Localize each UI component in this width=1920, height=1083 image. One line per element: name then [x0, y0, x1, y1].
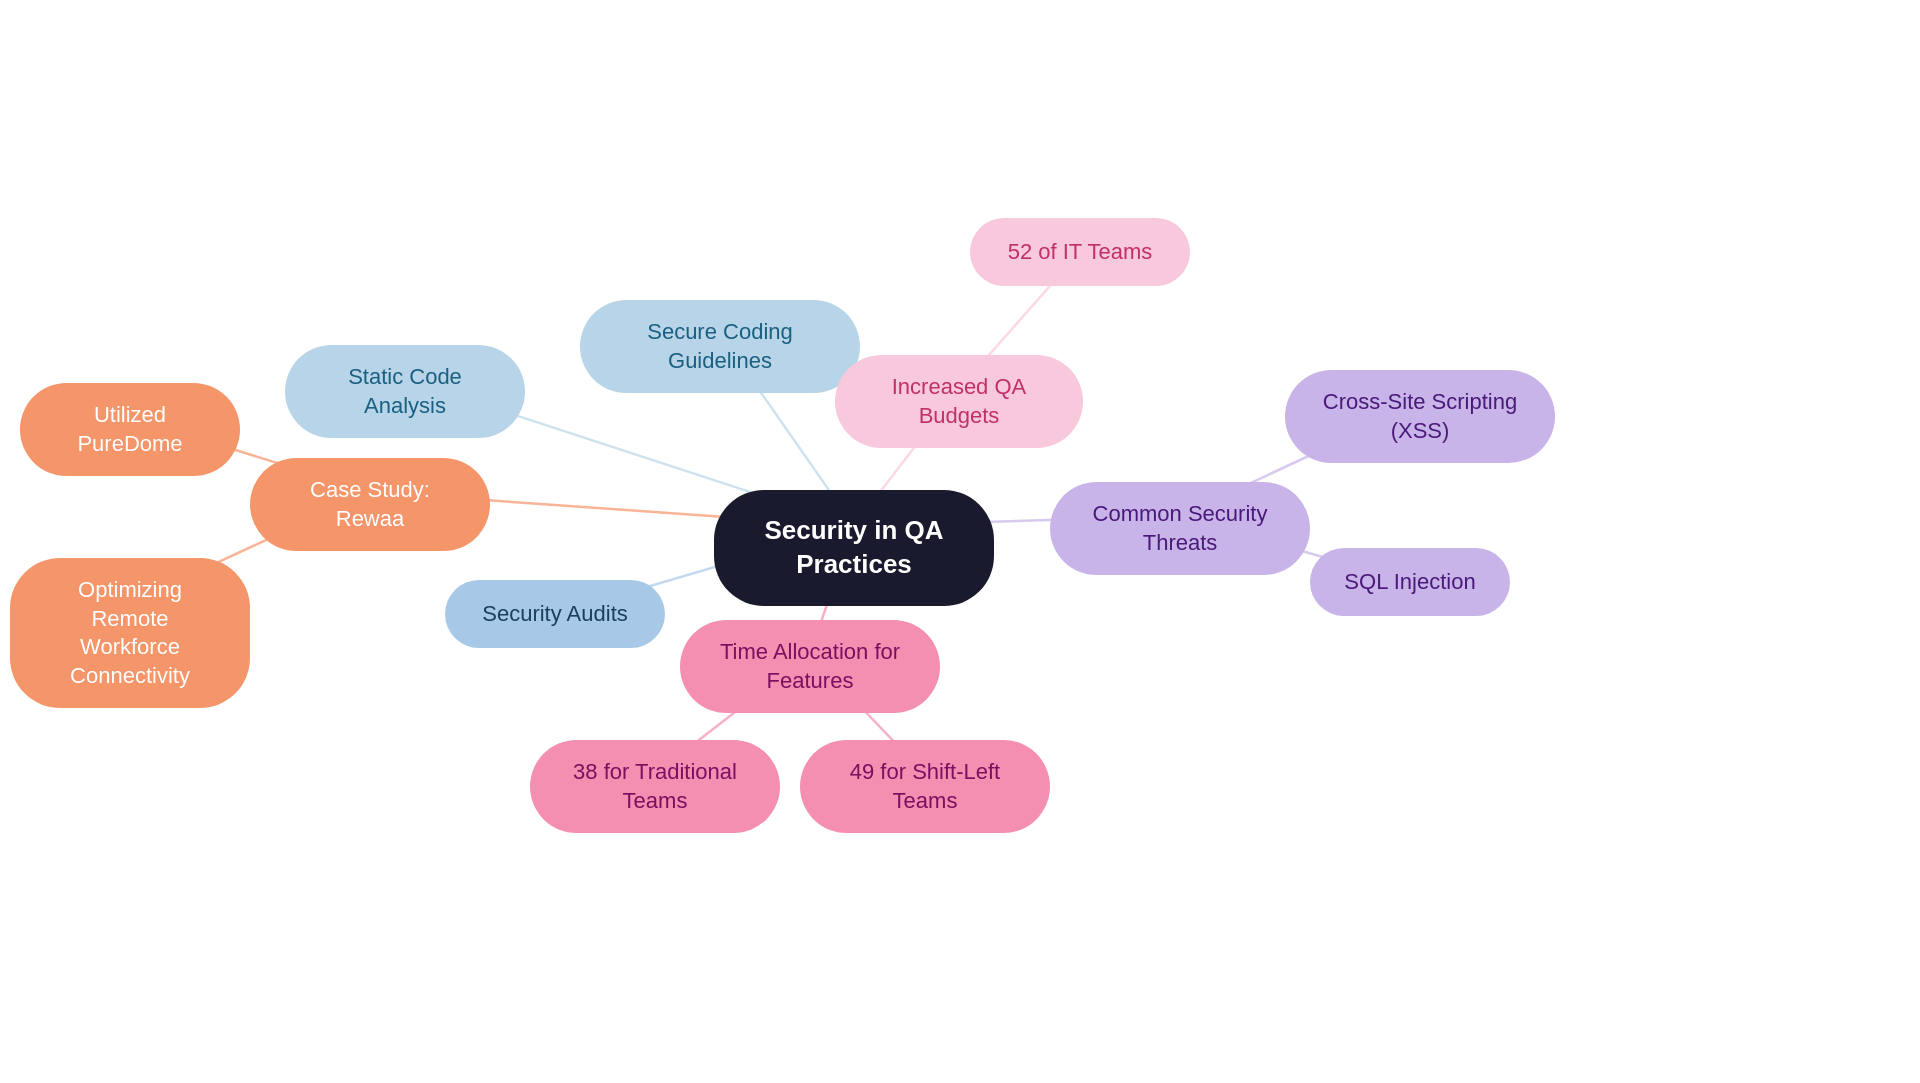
- node-commonThreats: Common Security Threats: [1050, 482, 1310, 575]
- node-traditional: 38 for Traditional Teams: [530, 740, 780, 833]
- mind-map: Security in QA Practices Secure Coding Gu…: [0, 0, 1920, 1083]
- node-center: Security in QA Practices: [714, 490, 994, 606]
- node-timeAllocation: Time Allocation for Features: [680, 620, 940, 713]
- node-caseStudy: Case Study: Rewaa: [250, 458, 490, 551]
- node-secureCoding: Secure Coding Guidelines: [580, 300, 860, 393]
- node-shiftLeft: 49 for Shift-Left Teams: [800, 740, 1050, 833]
- node-utilizedPureDome: Utilized PureDome: [20, 383, 240, 476]
- node-itTeams: 52 of IT Teams: [970, 218, 1190, 286]
- node-optimizingRemote: Optimizing Remote Workforce Connectivity: [10, 558, 250, 708]
- node-xss: Cross-Site Scripting (XSS): [1285, 370, 1555, 463]
- node-staticCode: Static Code Analysis: [285, 345, 525, 438]
- node-sqlInjection: SQL Injection: [1310, 548, 1510, 616]
- node-securityAudits: Security Audits: [445, 580, 665, 648]
- node-increasedQA: Increased QA Budgets: [835, 355, 1083, 448]
